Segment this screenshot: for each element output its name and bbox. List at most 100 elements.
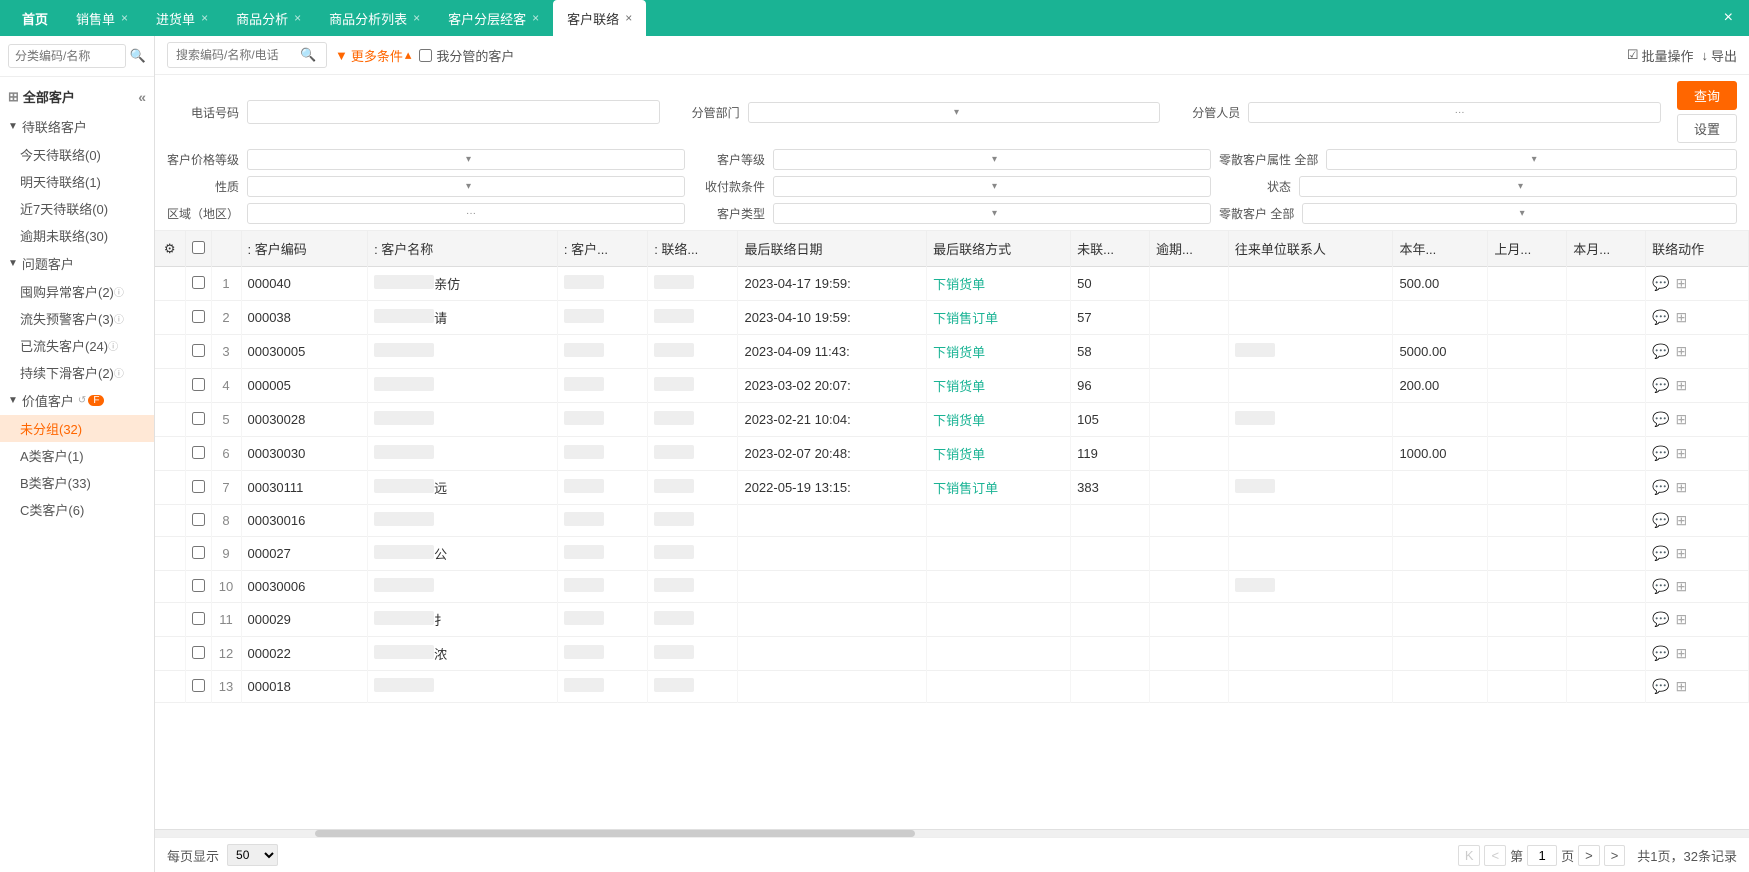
row-checkbox[interactable] [192, 679, 205, 692]
export-button[interactable]: ↓ 导出 [1701, 46, 1737, 65]
message-action-icon[interactable]: 💬 [1652, 343, 1669, 360]
collapse-icon[interactable]: « [138, 89, 146, 105]
row-checkbox[interactable] [192, 344, 205, 357]
sidebar-item-today[interactable]: 今天待联络(0) [0, 141, 154, 168]
message-action-icon[interactable]: 💬 [1652, 645, 1669, 662]
row-check[interactable] [185, 369, 211, 403]
row-checkbox[interactable] [192, 646, 205, 659]
batch-ops-button[interactable]: ☑ 批量操作 [1627, 46, 1694, 65]
contact-col-header[interactable]: : 联络... [648, 231, 738, 267]
person-select[interactable]: ··· [1248, 102, 1661, 123]
row-check[interactable] [185, 671, 211, 703]
row-checkbox[interactable] [192, 276, 205, 289]
row-checkbox[interactable] [192, 612, 205, 625]
sidebar-group-pending[interactable]: ▼ 待联络客户 [0, 112, 154, 141]
row-check[interactable] [185, 267, 211, 301]
message-action-icon[interactable]: 💬 [1652, 445, 1669, 462]
contact-way-link[interactable]: 下销货单 [933, 447, 985, 462]
price-level-select[interactable]: ▾ [247, 149, 685, 170]
scattered-attr-select[interactable]: ▾ [1326, 149, 1737, 170]
sidebar-item-unclassified[interactable]: 未分组(32) [0, 415, 154, 442]
this-year-col-header[interactable]: 本年... [1393, 231, 1488, 267]
message-action-icon[interactable]: 💬 [1652, 678, 1669, 695]
last-date-col-header[interactable]: 最后联络日期 [738, 231, 927, 267]
more-action-icon[interactable]: ⊞ [1676, 578, 1688, 595]
row-check[interactable] [185, 603, 211, 637]
more-action-icon[interactable]: ⊞ [1676, 445, 1688, 462]
more-action-icon[interactable]: ⊞ [1676, 611, 1688, 628]
settings-col-header[interactable]: ⚙ [155, 231, 185, 267]
tab-sales[interactable]: 销售单 × [62, 0, 142, 36]
status-select[interactable]: ▾ [1299, 176, 1737, 197]
more-conditions-button[interactable]: ▼ 更多条件 ▴ [335, 46, 411, 65]
search-icon[interactable]: 🔍 [300, 47, 316, 63]
sidebar-item-week[interactable]: 近7天待联络(0) [0, 195, 154, 222]
row-checkbox[interactable] [192, 378, 205, 391]
message-action-icon[interactable]: 💬 [1652, 377, 1669, 394]
close-icon[interactable]: × [294, 11, 301, 25]
tab-product-analysis[interactable]: 商品分析 × [222, 0, 315, 36]
close-icon[interactable]: × [625, 11, 632, 25]
payment-select[interactable]: ▾ [773, 176, 1211, 197]
sidebar-group-problem[interactable]: ▼ 问题客户 [0, 249, 154, 278]
close-icon[interactable]: × [532, 11, 539, 25]
row-check[interactable] [185, 637, 211, 671]
sidebar-item-class-c[interactable]: C类客户(6) [0, 496, 154, 523]
this-month-col-header[interactable]: 本月... [1567, 231, 1646, 267]
row-checkbox[interactable] [192, 412, 205, 425]
row-checkbox[interactable] [192, 480, 205, 493]
row-check[interactable] [185, 571, 211, 603]
first-page-button[interactable]: K [1458, 845, 1481, 866]
more-action-icon[interactable]: ⊞ [1676, 545, 1688, 562]
tab-home[interactable]: 首页 [8, 0, 62, 36]
row-checkbox[interactable] [192, 579, 205, 592]
scattered-customer-select[interactable]: ▾ [1302, 203, 1737, 224]
more-action-icon[interactable]: ⊞ [1676, 479, 1688, 496]
contact-way-link[interactable]: 下销售订单 [933, 481, 998, 496]
message-action-icon[interactable]: 💬 [1652, 411, 1669, 428]
more-action-icon[interactable]: ⊞ [1676, 275, 1688, 292]
message-action-icon[interactable]: 💬 [1652, 275, 1669, 292]
contact-way-link[interactable]: 下销货单 [933, 413, 985, 428]
more-action-icon[interactable]: ⊞ [1676, 411, 1688, 428]
customer-type-select[interactable]: ▾ [773, 203, 1211, 224]
type-col-header[interactable]: : 客户... [557, 231, 647, 267]
sidebar-search-input[interactable] [8, 44, 126, 68]
more-action-icon[interactable]: ⊞ [1676, 343, 1688, 360]
prev-page-button[interactable]: < [1484, 845, 1506, 866]
tab-customer-contact[interactable]: 客户联络 × [553, 0, 646, 36]
more-action-icon[interactable]: ⊞ [1676, 678, 1688, 695]
row-check[interactable] [185, 437, 211, 471]
close-icon[interactable]: × [201, 11, 208, 25]
my-customers-check[interactable] [419, 49, 432, 62]
sidebar-item-class-a[interactable]: A类客户(1) [0, 442, 154, 469]
window-close-button[interactable]: × [1716, 9, 1741, 27]
sidebar-item-lost[interactable]: 已流失客户(24) ⓘ [0, 332, 154, 359]
row-check[interactable] [185, 335, 211, 369]
phone-input[interactable] [247, 100, 660, 124]
unit-contact-col-header[interactable]: 往来单位联系人 [1228, 231, 1393, 267]
dept-select[interactable]: ▾ [748, 102, 1161, 123]
contact-way-link[interactable]: 下销货单 [933, 277, 985, 292]
scrollbar-thumb[interactable] [315, 830, 915, 837]
query-button[interactable]: 查询 [1677, 81, 1737, 110]
region-select[interactable]: ··· [247, 203, 685, 224]
row-checkbox[interactable] [192, 546, 205, 559]
tab-customer-segment[interactable]: 客户分层经客 × [434, 0, 553, 36]
message-action-icon[interactable]: 💬 [1652, 309, 1669, 326]
contact-way-link[interactable]: 下销售订单 [933, 311, 998, 326]
sidebar-item-class-b[interactable]: B类客户(33) [0, 469, 154, 496]
horizontal-scrollbar[interactable] [155, 829, 1749, 837]
sidebar-root-all-customers[interactable]: ⊞ 全部客户 « [0, 81, 154, 112]
no-contact-col-header[interactable]: 未联... [1071, 231, 1150, 267]
message-action-icon[interactable]: 💬 [1652, 479, 1669, 496]
tab-product-list[interactable]: 商品分析列表 × [315, 0, 434, 36]
customer-level-select[interactable]: ▾ [773, 149, 1211, 170]
row-checkbox[interactable] [192, 513, 205, 526]
page-size-select[interactable]: 50 100 [227, 844, 278, 866]
close-icon[interactable]: × [413, 11, 420, 25]
sidebar-item-overdue[interactable]: 逾期未联络(30) [0, 222, 154, 249]
sidebar-item-tomorrow[interactable]: 明天待联络(1) [0, 168, 154, 195]
next-page-button[interactable]: > [1578, 845, 1600, 866]
row-check[interactable] [185, 471, 211, 505]
